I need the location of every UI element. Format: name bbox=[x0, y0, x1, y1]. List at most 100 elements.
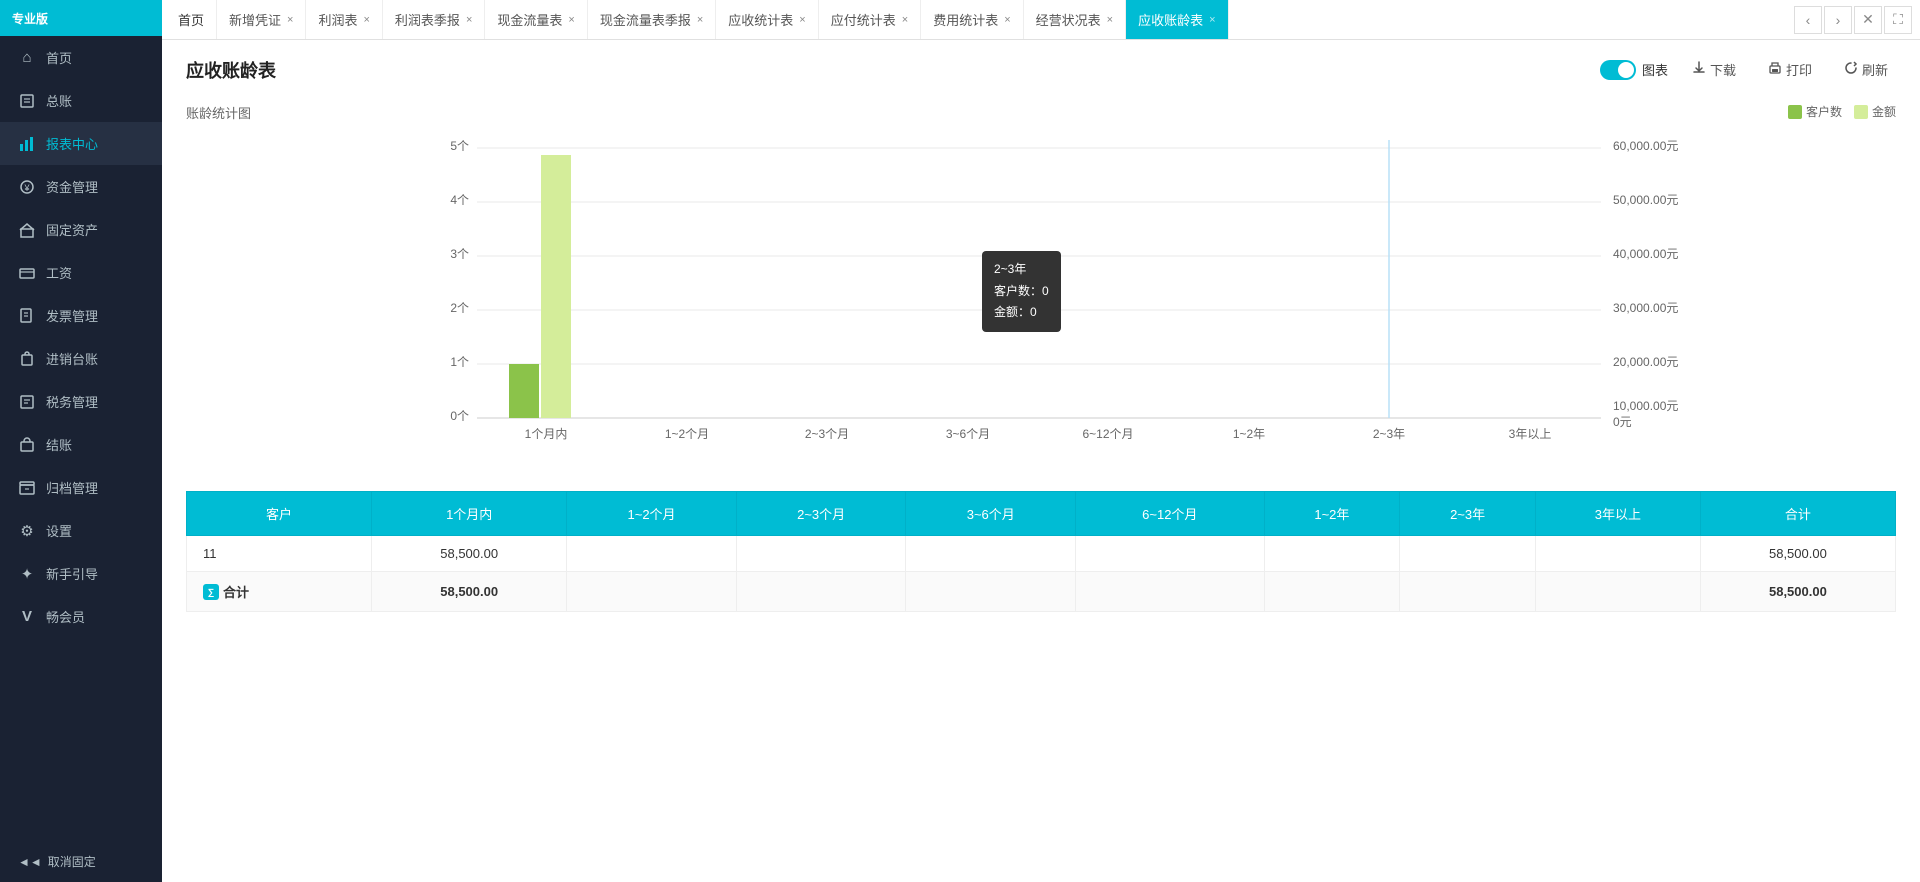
sidebar-item-settings[interactable]: ⚙ 设置 bbox=[0, 509, 162, 552]
tab-profit-quarter[interactable]: 利润表季报 × bbox=[383, 0, 485, 40]
tab-close-all-button[interactable]: ✕ bbox=[1854, 6, 1882, 34]
sidebar-item-label: 结账 bbox=[46, 435, 72, 454]
sidebar-item-ledger[interactable]: 总账 bbox=[0, 79, 162, 122]
svg-text:4个: 4个 bbox=[450, 193, 469, 207]
total-total: 58,500.00 bbox=[1700, 572, 1895, 612]
tab-business-stat[interactable]: 经营状况表 × bbox=[1024, 0, 1126, 40]
sidebar-item-archive[interactable]: 归档管理 bbox=[0, 466, 162, 509]
legend-customer: 客户数 bbox=[1788, 103, 1842, 120]
tab-voucher-close[interactable]: × bbox=[287, 14, 293, 26]
sidebar-item-reports[interactable]: 报表中心 bbox=[0, 122, 162, 165]
ledger-icon bbox=[18, 92, 36, 110]
sidebar-item-tax[interactable]: 税务管理 bbox=[0, 380, 162, 423]
refresh-icon bbox=[1844, 61, 1858, 78]
sidebar-item-label: 发票管理 bbox=[46, 306, 98, 325]
sidebar-item-label: 归档管理 bbox=[46, 478, 98, 497]
sidebar-item-label: 总账 bbox=[46, 91, 72, 110]
sidebar-item-guide[interactable]: ✦ 新手引导 bbox=[0, 552, 162, 595]
tab-profit-quarter-close[interactable]: × bbox=[466, 14, 472, 26]
tab-profit[interactable]: 利润表 × bbox=[306, 0, 382, 40]
sidebar-item-salary[interactable]: 工资 bbox=[0, 251, 162, 294]
svg-text:0元: 0元 bbox=[1613, 415, 1632, 429]
tab-aging[interactable]: 应收账龄表 × bbox=[1126, 0, 1228, 40]
sidebar-item-purchases[interactable]: 进销台账 bbox=[0, 337, 162, 380]
sidebar-item-close[interactable]: 结账 bbox=[0, 423, 162, 466]
svg-text:1~2个月: 1~2个月 bbox=[665, 427, 709, 441]
table-total-row: ∑ 合计 58,500.00 58,500.00 bbox=[187, 572, 1896, 612]
col-2-3y: 2~3年 bbox=[1400, 492, 1536, 536]
salary-icon bbox=[18, 264, 36, 282]
sidebar-item-label: 首页 bbox=[46, 48, 72, 67]
sidebar-item-label: 工资 bbox=[46, 263, 72, 282]
refresh-button[interactable]: 刷新 bbox=[1836, 56, 1896, 83]
bar-1m-customer bbox=[509, 364, 539, 418]
svg-text:3个: 3个 bbox=[450, 247, 469, 261]
app-logo: 专业版 bbox=[0, 0, 162, 36]
tab-fullscreen-button[interactable]: ⛶ bbox=[1884, 6, 1912, 34]
page-header: 应收账龄表 图表 下载 打 bbox=[162, 40, 1920, 91]
tab-payable-stat-close[interactable]: × bbox=[902, 14, 908, 26]
page-title: 应收账龄表 bbox=[186, 57, 1600, 83]
unpin-button[interactable]: ◄◄ 取消固定 bbox=[0, 841, 162, 882]
sidebar-item-home[interactable]: ⌂ 首页 bbox=[0, 36, 162, 79]
sidebar-item-label: 设置 bbox=[46, 521, 72, 540]
guide-icon: ✦ bbox=[18, 565, 36, 583]
tab-cashflow-label: 现金流量表 bbox=[497, 10, 562, 29]
tab-aging-close[interactable]: × bbox=[1209, 14, 1215, 26]
unpin-label: 取消固定 bbox=[48, 853, 96, 870]
tab-next-button[interactable]: › bbox=[1824, 6, 1852, 34]
tab-cashflow-quarter[interactable]: 现金流量表季报 × bbox=[588, 0, 716, 40]
legend-amount: 金额 bbox=[1854, 103, 1896, 120]
download-icon bbox=[1692, 61, 1706, 78]
svg-text:20,000.00元: 20,000.00元 bbox=[1613, 355, 1678, 369]
toggle-label: 图表 bbox=[1642, 60, 1668, 79]
table-container: 客户 1个月内 1~2个月 2~3个月 3~6个月 6~12个月 1~2年 2~… bbox=[162, 491, 1920, 636]
tab-profit-quarter-label: 利润表季报 bbox=[395, 10, 460, 29]
settings-icon: ⚙ bbox=[18, 522, 36, 540]
archive-icon bbox=[18, 479, 36, 497]
col-1m: 1个月内 bbox=[372, 492, 567, 536]
sidebar-item-invoice[interactable]: 发票管理 bbox=[0, 294, 162, 337]
cell-1-2m bbox=[567, 536, 737, 572]
print-button[interactable]: 打印 bbox=[1760, 56, 1820, 83]
chart-title: 账龄统计图 bbox=[186, 103, 1896, 122]
tab-prev-button[interactable]: ‹ bbox=[1794, 6, 1822, 34]
cell-1m: 58,500.00 bbox=[372, 536, 567, 572]
tab-expense-stat-close[interactable]: × bbox=[1004, 14, 1010, 26]
tab-home[interactable]: 首页 bbox=[166, 0, 217, 40]
home-icon: ⌂ bbox=[18, 49, 36, 67]
total-2-3m bbox=[736, 572, 906, 612]
tab-expense-stat[interactable]: 费用统计表 × bbox=[921, 0, 1023, 40]
close-account-icon bbox=[18, 436, 36, 454]
print-label: 打印 bbox=[1786, 60, 1812, 79]
tab-payable-stat[interactable]: 应付统计表 × bbox=[819, 0, 921, 40]
sidebar-item-funds[interactable]: ¥ 资金管理 bbox=[0, 165, 162, 208]
sidebar-item-member[interactable]: V 畅会员 bbox=[0, 595, 162, 638]
tab-cashflow-quarter-close[interactable]: × bbox=[697, 14, 703, 26]
tab-profit-close[interactable]: × bbox=[363, 14, 369, 26]
tab-cashflow-close[interactable]: × bbox=[568, 14, 574, 26]
toggle-track[interactable] bbox=[1600, 60, 1636, 80]
tab-receivable-stat-close[interactable]: × bbox=[799, 14, 805, 26]
tab-business-stat-close[interactable]: × bbox=[1107, 14, 1113, 26]
tab-receivable-stat[interactable]: 应收统计表 × bbox=[716, 0, 818, 40]
svg-text:40,000.00元: 40,000.00元 bbox=[1613, 247, 1678, 261]
tab-cashflow[interactable]: 现金流量表 × bbox=[485, 0, 587, 40]
svg-text:3~6个月: 3~6个月 bbox=[946, 427, 990, 441]
sidebar-item-label: 畅会员 bbox=[46, 607, 85, 626]
cell-2-3m bbox=[736, 536, 906, 572]
tab-controls: ‹ › ✕ ⛶ bbox=[1790, 6, 1916, 34]
sidebar: 专业版 ⌂ 首页 总账 报表中心 ¥ 资金管理 固定资产 工资 bbox=[0, 0, 162, 882]
sidebar-item-label: 资金管理 bbox=[46, 177, 98, 196]
download-button[interactable]: 下载 bbox=[1684, 56, 1744, 83]
page-content: 应收账龄表 图表 下载 打 bbox=[162, 40, 1920, 882]
tab-profit-label: 利润表 bbox=[318, 10, 357, 29]
download-label: 下载 bbox=[1710, 60, 1736, 79]
total-icon: ∑ bbox=[203, 584, 219, 600]
svg-text:2~3年: 2~3年 bbox=[1373, 427, 1405, 441]
tab-voucher[interactable]: 新增凭证 × bbox=[217, 0, 306, 40]
chart-toggle[interactable]: 图表 bbox=[1600, 60, 1668, 80]
svg-text:6~12个月: 6~12个月 bbox=[1082, 427, 1133, 441]
sidebar-item-label: 进销台账 bbox=[46, 349, 98, 368]
sidebar-item-assets[interactable]: 固定资产 bbox=[0, 208, 162, 251]
